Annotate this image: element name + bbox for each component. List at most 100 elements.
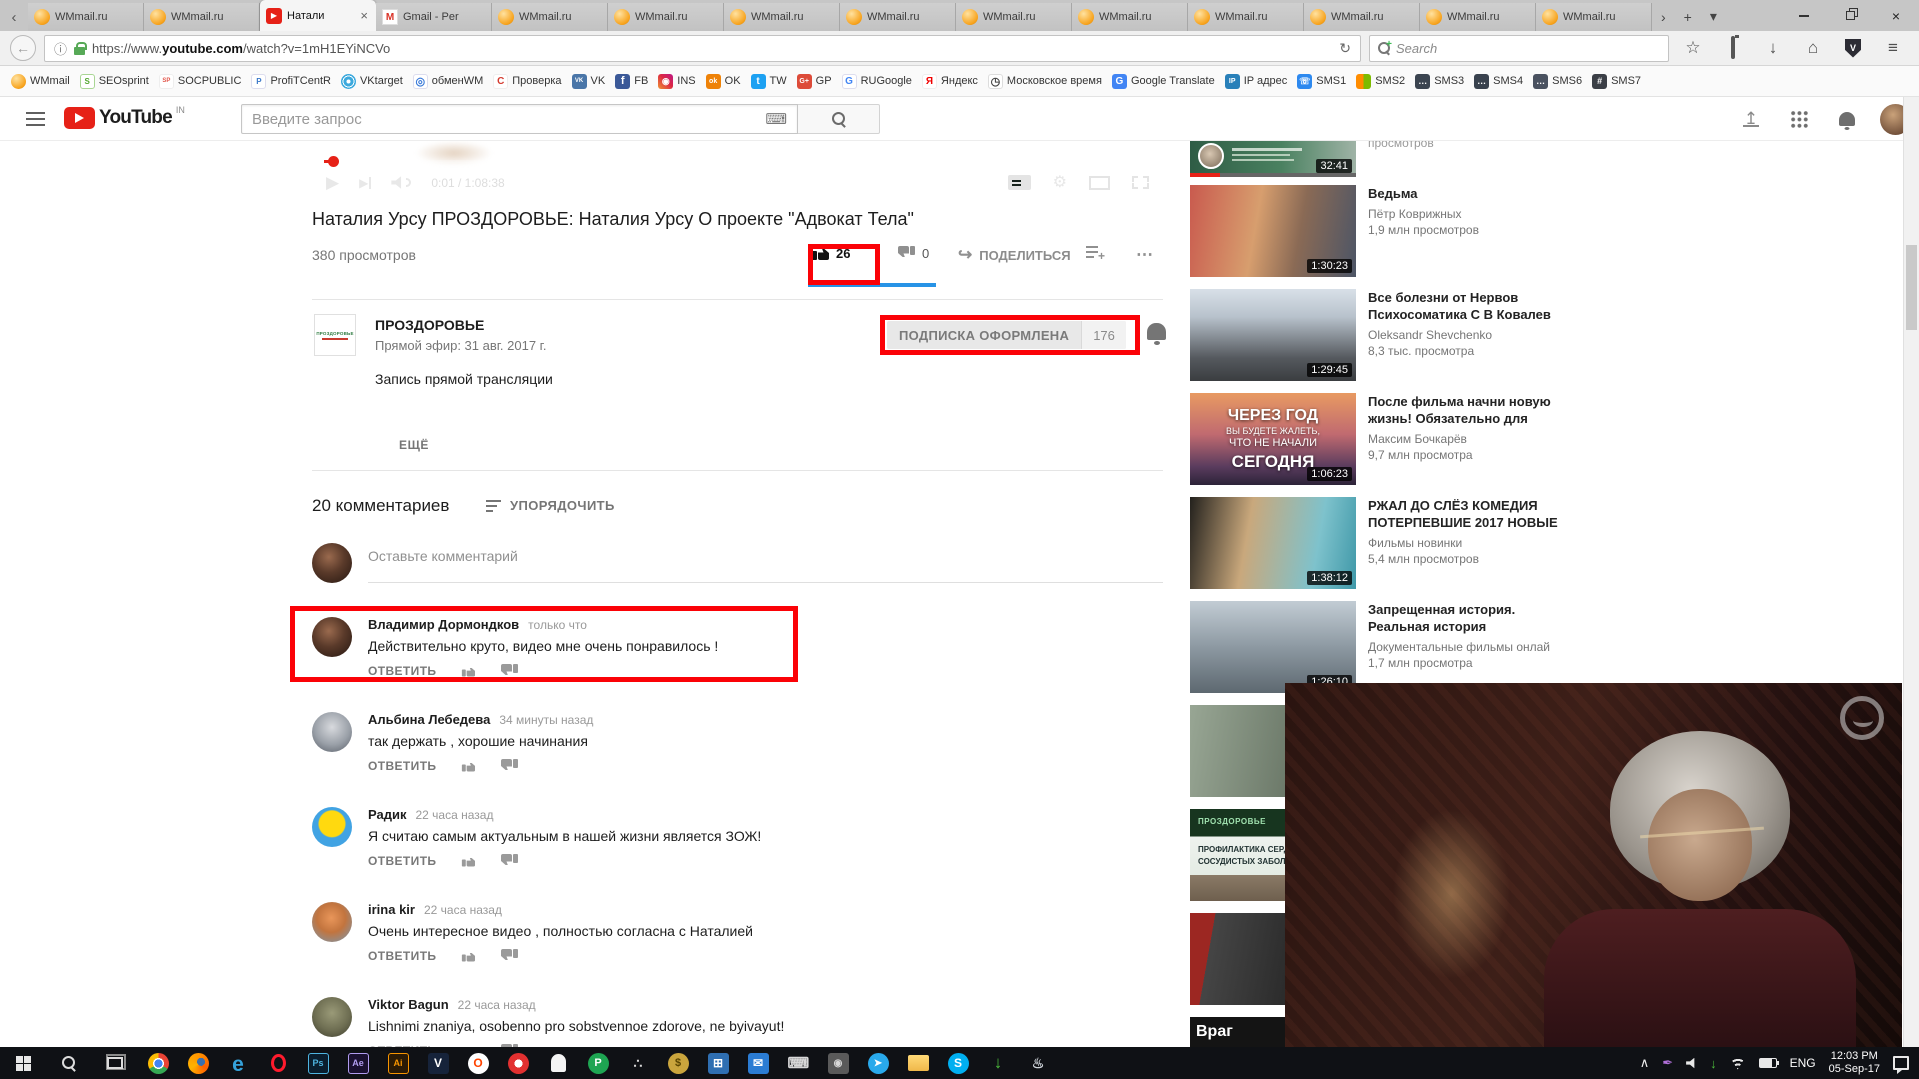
fullscreen-icon[interactable] (1132, 176, 1149, 189)
bookmark-item[interactable]: WMmail (6, 70, 75, 92)
video-thumbnail[interactable]: 1:26:10 (1190, 601, 1356, 693)
channel-name[interactable]: ПРОЗДОРОВЬЕ (375, 317, 484, 333)
channel-avatar[interactable]: ПРОЗДОРОВЬЕ (314, 314, 356, 356)
browser-search-field[interactable]: + Search (1369, 34, 1669, 62)
secure-lock-icon[interactable] (74, 41, 87, 55)
tray-expand-icon[interactable]: ∧ (1640, 1055, 1650, 1071)
reload-icon[interactable]: ↻ (1339, 40, 1351, 57)
browser-tab[interactable]: WMmail.ru × (1420, 3, 1536, 31)
comment-author[interactable]: Радик (368, 807, 406, 822)
taskbar-app-icon[interactable]: ⌨ (778, 1047, 818, 1079)
browser-tab[interactable]: WMmail.ru × (724, 3, 840, 31)
comment-dislike-icon[interactable] (501, 853, 518, 869)
video-title[interactable]: РЖАЛ ДО СЛЁЗ КОМЕДИЯ ПОТЕРПЕВШИЕ 2017 НО… (1368, 497, 1573, 531)
video-thumbnail[interactable]: ЧЕРЕЗ ГОД ВЫ БУДЕТЕ ЖАЛЕТЬ, ЧТО НЕ НАЧАЛИ С… (1190, 393, 1356, 485)
reading-list-icon[interactable] (1717, 36, 1749, 59)
taskbar-app-icon[interactable]: ➤ (858, 1047, 898, 1079)
comment-author[interactable]: Владимир Дормондков (368, 617, 519, 632)
bookmark-item[interactable]: P ProfiTCentR (246, 70, 336, 92)
comment-dislike-icon[interactable] (501, 663, 518, 679)
download-tray-icon[interactable]: ↓ (1710, 1056, 1717, 1071)
restore-button[interactable] (1827, 0, 1873, 31)
page-scrollbar[interactable] (1903, 97, 1919, 1047)
taskbar-app-icon[interactable] (178, 1047, 218, 1079)
browser-tab[interactable]: Натали × (260, 0, 376, 31)
bookmark-item[interactable]: … SMS3 (1410, 70, 1469, 92)
url-bar[interactable]: ⓘ https://www.youtube.com/watch?v=1mH1EY… (44, 34, 1361, 62)
new-tab-button[interactable]: + (1675, 9, 1701, 31)
taskbar-app-icon[interactable]: Ae (338, 1047, 378, 1079)
bookmark-star-icon[interactable]: ☆ (1677, 38, 1709, 58)
taskbar-app-icon[interactable]: O (458, 1047, 498, 1079)
video-overlay[interactable] (1285, 683, 1902, 1047)
guide-hamburger-icon[interactable] (26, 112, 45, 126)
bookmark-item[interactable]: f FB (610, 70, 653, 92)
taskbar-app-icon[interactable] (138, 1047, 178, 1079)
video-thumbnail[interactable]: 32:41 (1190, 141, 1356, 177)
adblock-shield-icon[interactable]: V (1837, 38, 1869, 58)
channel-name[interactable]: Oleksandr Shevchenko (1368, 328, 1573, 342)
taskbar-app-icon[interactable] (538, 1047, 578, 1079)
taskbar-app-icon[interactable]: e (218, 1047, 258, 1079)
browser-tab[interactable]: WMmail.ru × (492, 3, 608, 31)
bookmark-item[interactable]: C Проверка (488, 70, 566, 92)
related-video[interactable]: 1:26:10 Запрещенная история. Реальная ис… (1190, 601, 1575, 693)
video-thumbnail[interactable]: 1:29:45 (1190, 289, 1356, 381)
play-button[interactable]: ▶ (326, 173, 339, 193)
bookmark-item[interactable]: VK VK (567, 70, 611, 92)
close-tab-icon[interactable]: × (358, 8, 370, 23)
battery-icon[interactable] (1758, 1058, 1779, 1068)
channel-name[interactable]: Пётр Коврижных (1368, 207, 1573, 221)
youtube-search-button[interactable] (798, 104, 880, 134)
bookmark-item[interactable]: ok OK (701, 70, 746, 92)
bookmark-item[interactable]: G RUGoogle (837, 70, 917, 92)
pen-app-icon[interactable]: ✒ (1662, 1055, 1673, 1071)
bookmark-item[interactable]: # SMS7 (1587, 70, 1646, 92)
browser-tab[interactable]: WMmail.ru × (840, 3, 956, 31)
bookmark-item[interactable]: S SEOsprint (75, 70, 154, 92)
taskbar-app-icon[interactable]: ↓ (978, 1047, 1018, 1079)
reply-button[interactable]: ОТВЕТИТЬ (368, 759, 436, 773)
youtube-logo[interactable]: YouTube IN (64, 105, 185, 129)
taskbar-app-icon[interactable]: ⊞ (698, 1047, 738, 1079)
browser-tab[interactable]: WMmail.ru × (1536, 3, 1652, 31)
bookmark-item[interactable]: IP IP адрес (1220, 70, 1293, 92)
language-indicator[interactable]: ENG (1790, 1056, 1816, 1070)
taskbar-app-icon[interactable] (498, 1047, 538, 1079)
video-title[interactable]: После фильма начни новую жизнь! Обязател… (1368, 393, 1573, 427)
taskbar-app-icon[interactable]: V (418, 1047, 458, 1079)
bookmark-item[interactable]: t TW (746, 70, 792, 92)
home-icon[interactable]: ⌂ (1797, 38, 1829, 58)
comment-like-icon[interactable] (462, 950, 475, 962)
scrollbar-thumb[interactable] (1906, 245, 1917, 330)
browser-tab[interactable]: WMmail.ru × (1304, 3, 1420, 31)
start-button[interactable] (0, 1047, 46, 1079)
taskbar-app-icon[interactable]: ✉ (738, 1047, 778, 1079)
taskbar-app-icon[interactable]: Ai (378, 1047, 418, 1079)
dislike-button[interactable]: 0 (898, 245, 929, 261)
bookmark-item[interactable]: … SMS4 (1469, 70, 1528, 92)
browser-tab[interactable]: WMmail.ru × (144, 3, 260, 31)
settings-gear-icon[interactable]: ⚙ (1053, 174, 1067, 191)
tab-list-dropdown-icon[interactable]: ▾ (1701, 8, 1726, 31)
subtitles-icon[interactable] (1007, 175, 1031, 190)
progress-bar[interactable] (324, 156, 1151, 167)
browser-tab[interactable]: WMmail.ru × (1072, 3, 1188, 31)
tab-scroll-right-icon[interactable]: › (1652, 9, 1675, 31)
network-wifi-icon[interactable] (1729, 1056, 1746, 1070)
bookmark-item[interactable]: ◎ обменWM (408, 70, 488, 92)
tab-scroll-left-icon[interactable]: ‹ (0, 9, 28, 31)
page-info-icon[interactable]: ⓘ (54, 39, 67, 58)
comment-like-icon[interactable] (462, 855, 475, 867)
minimize-button[interactable] (1781, 0, 1827, 31)
related-video-partial[interactable]: 32:41 просмотров (1190, 141, 1575, 177)
channel-name[interactable]: Документальные фильмы онлай (1368, 640, 1573, 654)
browser-tab[interactable]: WMmail.ru × (956, 3, 1072, 31)
taskbar-app-icon[interactable] (258, 1047, 298, 1079)
volume-icon[interactable] (391, 176, 412, 189)
video-title[interactable]: Ведьма (1368, 185, 1573, 202)
video-title[interactable]: Запрещенная история. Реальная история (1368, 601, 1573, 635)
related-video[interactable]: 1:38:12 РЖАЛ ДО СЛЁЗ КОМЕДИЯ ПОТЕРПЕВШИЕ… (1190, 497, 1575, 589)
comment-dislike-icon[interactable] (501, 758, 518, 774)
channel-bell-icon[interactable] (1147, 323, 1166, 340)
